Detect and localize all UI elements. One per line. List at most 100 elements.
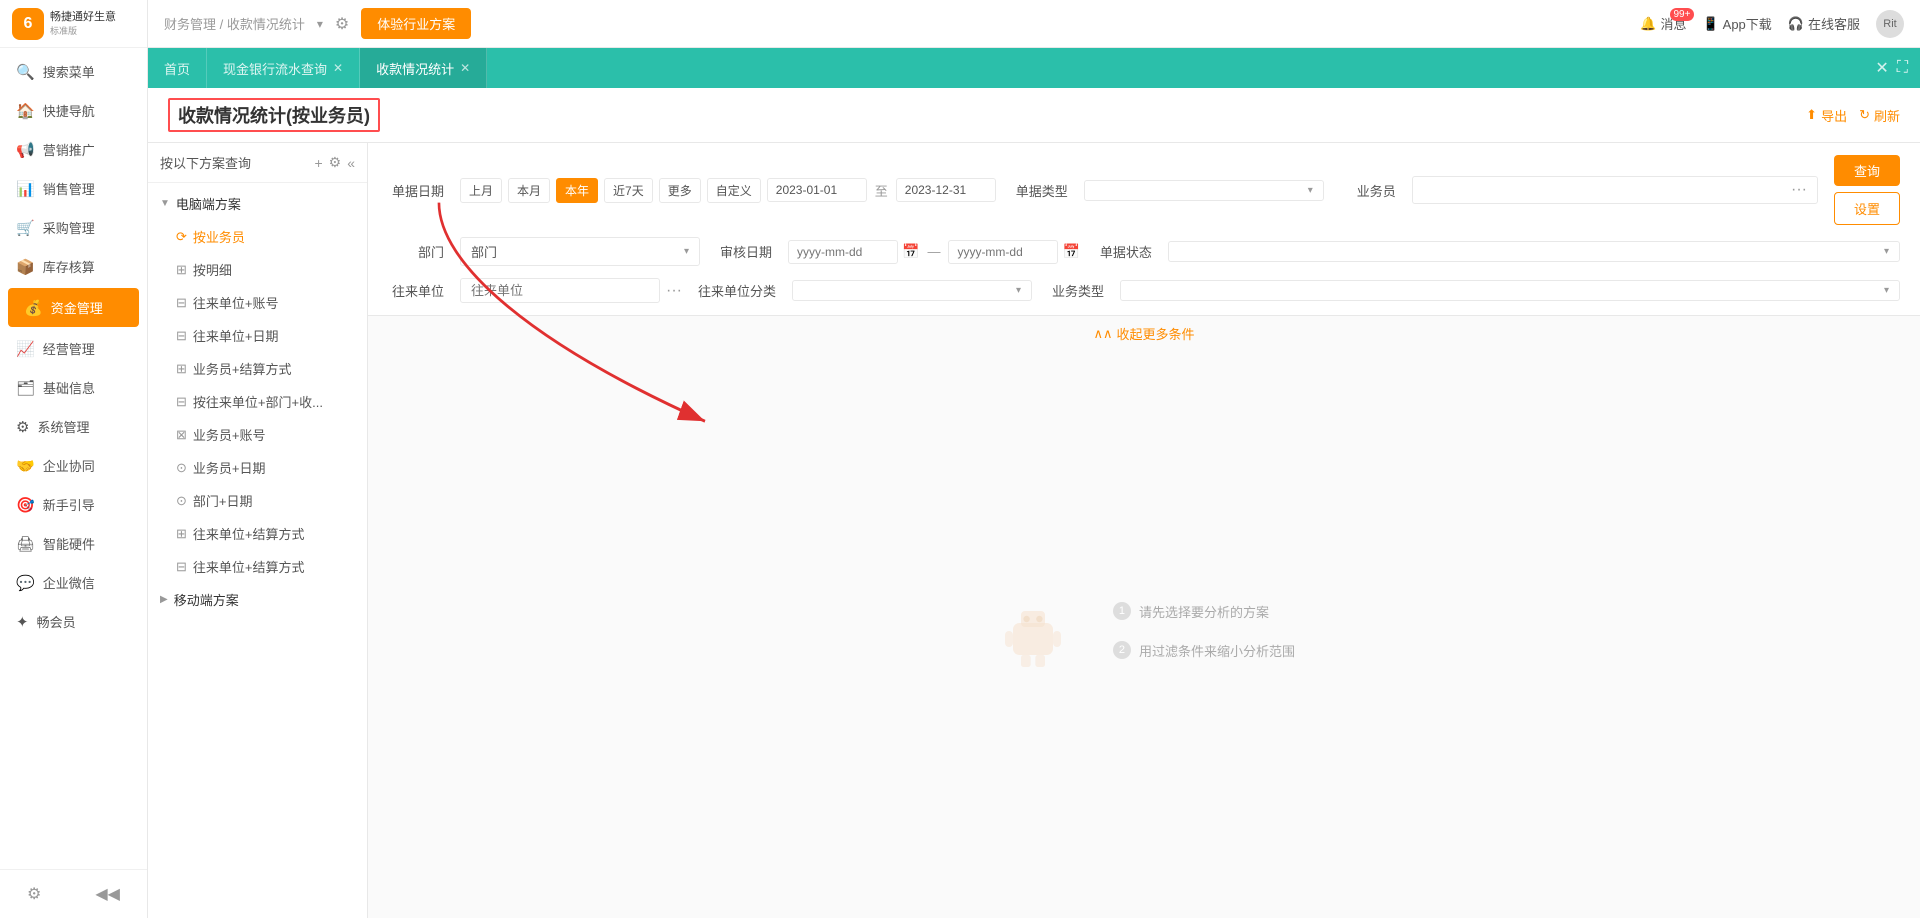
tree-item-salesperson-payment[interactable]: ⊞ 业务员+结算方式 [148,352,367,385]
tip-num-1: 1 [1113,602,1131,620]
sidebar-item-marketing[interactable]: 📢 营销推广 [0,130,147,169]
review-date-start-input[interactable] [788,240,898,264]
sidebar-item-finance[interactable]: 💰 资金管理 [8,288,139,327]
empty-tip-1: 1 请先选择要分析的方案 [1113,602,1269,621]
tree-mobile-parent[interactable]: ▶ 移动端方案 [148,583,367,616]
sidebar-item-search[interactable]: 🔍 搜索菜单 [0,52,147,91]
tab-home[interactable]: 首页 [148,48,207,88]
partner-date-icon: ⊟ [176,328,187,344]
tab-close-all-icon[interactable]: ✕ [1875,58,1888,78]
date-start-input[interactable] [767,178,867,202]
app-download-button[interactable]: 📱 App下载 [1702,14,1771,33]
review-date-end-input[interactable] [948,240,1058,264]
sidebar-item-hardware[interactable]: 🖨 智能硬件 [0,524,147,563]
date-btn-this-year[interactable]: 本年 [556,178,598,203]
dept-select[interactable]: 部门 ▾ [460,237,700,266]
main-area: 财务管理 / 收款情况统计 ▾ ⚙ 体验行业方案 🔔 消息 99+ 📱 App下… [148,0,1920,918]
tree-item-salesperson-account[interactable]: ⊠ 业务员+账号 [148,418,367,451]
tree-item-partner-account[interactable]: ⊟ 往来单位+账号 [148,286,367,319]
calendar-end-icon[interactable]: 📅 [1062,243,1079,260]
date-btn-more[interactable]: 更多 [659,178,701,203]
sidebar-item-sales[interactable]: 📊 销售管理 [0,169,147,208]
action-buttons: 查询 设置 [1834,155,1900,225]
partner-label: 往来单位 [388,281,444,300]
tree-item-by-salesperson[interactable]: ⟳ 按业务员 [148,220,367,253]
collapse-bar[interactable]: ∧∧ 收起更多条件 [368,316,1920,351]
date-btn-this-month[interactable]: 本月 [508,178,550,203]
tree-mobile-arrow-icon: ▶ [160,594,168,605]
sidebar-item-operations[interactable]: 📈 经营管理 [0,329,147,368]
tip-num-2: 2 [1113,641,1131,659]
top-header: 财务管理 / 收款情况统计 ▾ ⚙ 体验行业方案 🔔 消息 99+ 📱 App下… [148,0,1920,48]
page-actions: ⬆ 导出 ↻ 刷新 [1806,106,1900,125]
biz-type-select[interactable]: ▾ [1120,280,1900,301]
sidebar-item-system[interactable]: ⚙ 系统管理 [0,407,147,446]
tree-item-salesperson-date-label: 业务员+日期 [193,458,266,477]
sidebar: 6 畅捷通好生意 标准版 🔍 搜索菜单 🏠 快捷导航 📢 营销推广 📊 销售管理… [0,0,148,918]
tree-item-salesperson-date[interactable]: ⊙ 业务员+日期 [148,451,367,484]
sidebar-item-guide[interactable]: 🎯 新手引导 [0,485,147,524]
message-button[interactable]: 🔔 消息 99+ [1640,14,1686,33]
sidebar-nav: 🔍 搜索菜单 🏠 快捷导航 📢 营销推广 📊 销售管理 🛒 采购管理 📦 库存核… [0,48,147,869]
tree-item-partner-date[interactable]: ⊟ 往来单位+日期 [148,319,367,352]
doc-status-select[interactable]: ▾ [1168,241,1900,262]
sidebar-item-wechat[interactable]: 💬 企业微信 [0,563,147,602]
sidebar-item-purchase[interactable]: 🛒 采购管理 [0,208,147,247]
online-service-label: 在线客服 [1808,14,1860,33]
tree-item-partner-dept-collection[interactable]: ⊟ 按往来单位+部门+收... [148,385,367,418]
tree-item-by-product-label: 按明细 [193,260,232,279]
date-btn-7-days[interactable]: 近7天 [604,178,653,203]
partner-input[interactable] [460,278,660,303]
date-button-group: 上月 本月 本年 近7天 更多 自定义 至 [460,178,996,203]
panel-settings-button[interactable]: ⚙ [329,154,342,171]
online-service-button[interactable]: 🎧 在线客服 [1788,14,1860,33]
tab-bank-flow-close-icon[interactable]: ✕ [333,61,343,75]
query-button[interactable]: 查询 [1834,155,1900,186]
finance-icon: 💰 [24,299,43,317]
header-gear-icon[interactable]: ⚙ [335,14,349,34]
tree-item-dept-date[interactable]: ⊙ 部门+日期 [148,484,367,517]
sidebar-settings-btn[interactable]: ⚙ [21,878,47,910]
sidebar-item-inventory[interactable]: 📦 库存核算 [0,247,147,286]
sidebar-item-corp[interactable]: 🤝 企业协同 [0,446,147,485]
tree-item-partner-payment1[interactable]: ⊞ 往来单位+结算方式 [148,517,367,550]
tree-item-by-product[interactable]: ⊞ 按明细 [148,253,367,286]
salesperson-more-icon[interactable]: ··· [1791,181,1807,199]
doc-status-chevron-icon: ▾ [1884,246,1889,257]
tree-desktop-parent[interactable]: ▼ 电脑端方案 [148,187,367,220]
trial-button[interactable]: 体验行业方案 [361,8,471,39]
breadcrumb-chevron-icon[interactable]: ▾ [317,17,323,31]
tab-collection-stat-close-icon[interactable]: ✕ [460,61,470,75]
refresh-button[interactable]: ↻ 刷新 [1859,106,1900,125]
export-label: 导出 [1821,106,1847,125]
tab-bank-flow[interactable]: 现金银行流水查询 ✕ [207,48,360,88]
tab-collection-stat[interactable]: 收款情况统计 ✕ [360,48,487,88]
marketing-icon: 📢 [16,141,35,159]
guide-icon: 🎯 [16,496,35,514]
sidebar-label-purchase: 采购管理 [43,218,95,237]
sidebar-item-quick-nav[interactable]: 🏠 快捷导航 [0,91,147,130]
doc-type-label: 单据类型 [1012,181,1068,200]
sidebar-collapse-btn[interactable]: ◀◀ [89,878,126,910]
salesperson-select[interactable]: ··· [1412,176,1818,204]
partner-payment1-icon: ⊞ [176,526,187,542]
date-btn-custom[interactable]: 自定义 [707,178,761,203]
sidebar-label-member: 畅会员 [37,612,76,631]
logo-badge: 标准版 [50,24,116,37]
tab-expand-icon[interactable]: ⛶ [1897,59,1908,77]
panel-add-button[interactable]: + [314,155,322,171]
partner-category-select[interactable]: ▾ [792,280,1032,301]
date-end-input[interactable] [896,178,996,202]
partner-more-icon[interactable]: ··· [666,282,682,300]
panel-collapse-button[interactable]: « [347,155,355,171]
export-button[interactable]: ⬆ 导出 [1806,106,1847,125]
sidebar-item-basic[interactable]: 🗂 基础信息 [0,368,147,407]
calendar-start-icon[interactable]: 📅 [902,243,919,260]
date-btn-last-month[interactable]: 上月 [460,178,502,203]
doc-type-select[interactable]: ▾ [1084,180,1324,201]
sidebar-item-member[interactable]: ✦ 畅会员 [0,602,147,641]
user-avatar[interactable]: Rit [1876,10,1904,38]
message-badge: 99+ [1670,8,1695,21]
tree-item-partner-payment2[interactable]: ⊟ 往来单位+结算方式 [148,550,367,583]
filter-settings-button[interactable]: 设置 [1834,192,1900,225]
